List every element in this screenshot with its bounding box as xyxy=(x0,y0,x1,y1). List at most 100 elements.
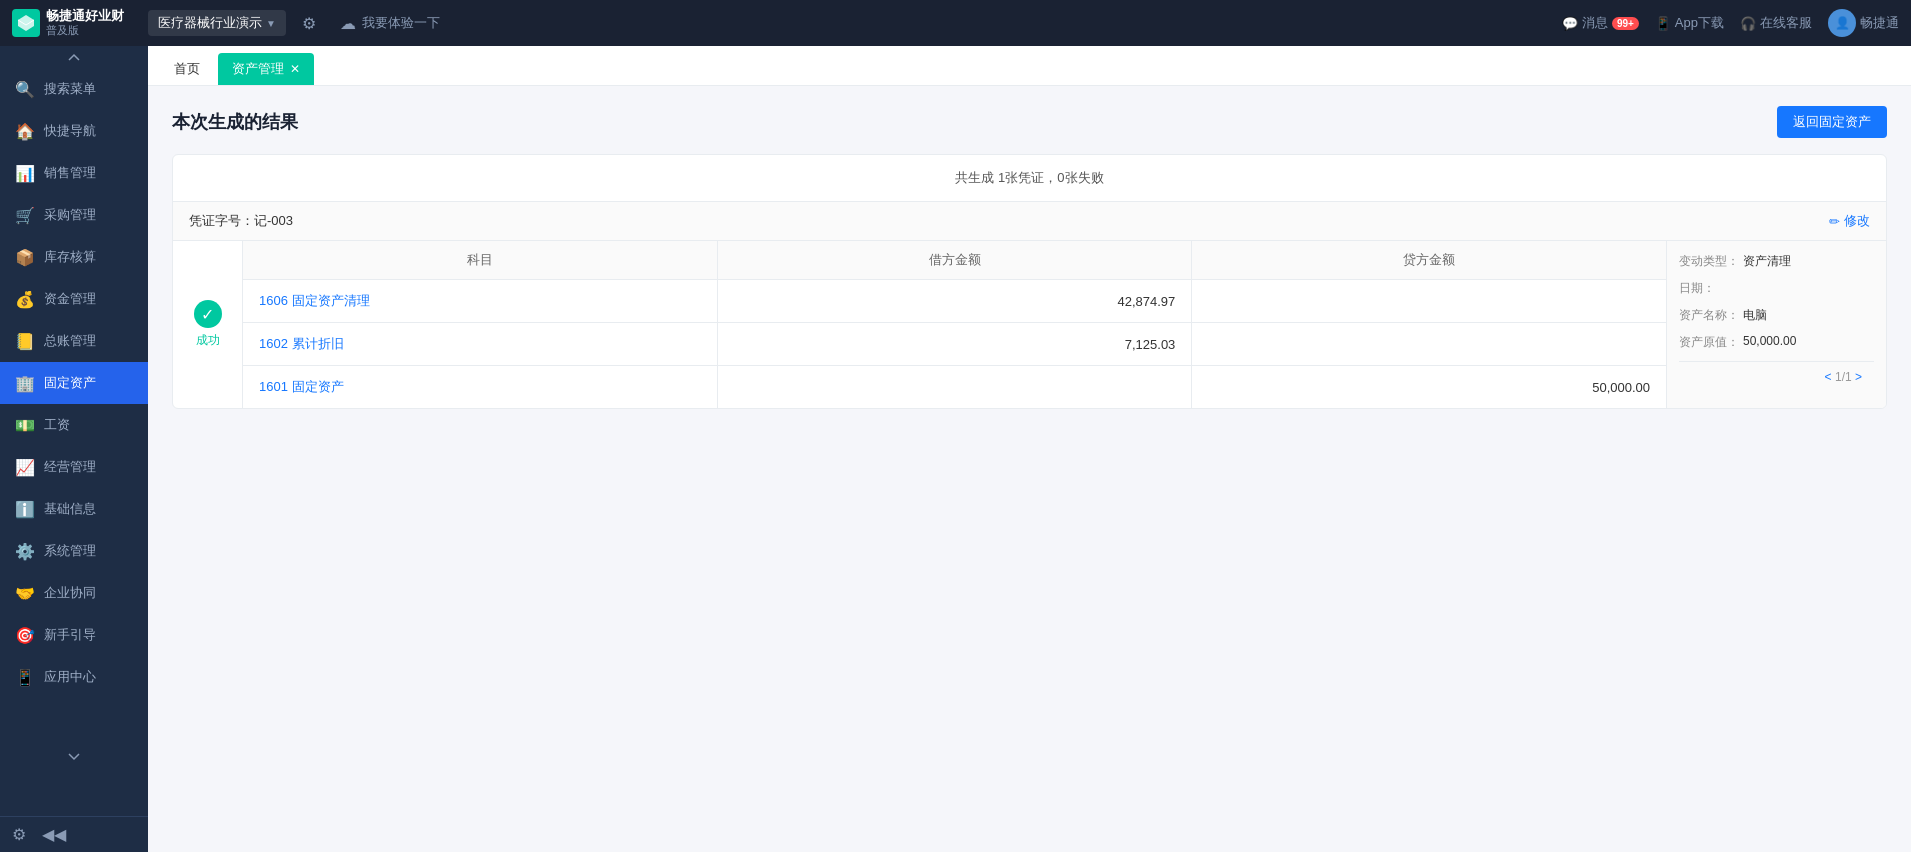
sidebar-item-label: 应用中心 xyxy=(44,668,96,686)
sidebar-item-basic-info[interactable]: ℹ️ 基础信息 xyxy=(0,488,148,530)
cloud-icon: ☁ xyxy=(340,14,356,33)
next-page-button[interactable]: > xyxy=(1855,370,1862,384)
sidebar-item-finance[interactable]: 💰 资金管理 xyxy=(0,278,148,320)
date-label: 日期： xyxy=(1679,280,1715,297)
sidebar-item-system[interactable]: ⚙️ 系统管理 xyxy=(0,530,148,572)
col-debit: 借方金额 xyxy=(718,241,1193,279)
original-value-value: 50,000.00 xyxy=(1743,334,1796,348)
app-download-button[interactable]: 📱 App下载 xyxy=(1655,14,1724,32)
sidebar-item-guide[interactable]: 🎯 新手引导 xyxy=(0,614,148,656)
prev-page-button[interactable]: < xyxy=(1825,370,1832,384)
sidebar-item-label: 新手引导 xyxy=(44,626,96,644)
result-panel: 共生成 1张凭证，0张失败 凭证字号：记-003 ✏ 修改 xyxy=(172,154,1887,409)
sidebar: 🔍 搜索菜单 🏠 快捷导航 📊 销售管理 🛒 采购管理 📦 库存核算 💰 资金管… xyxy=(0,46,148,852)
sidebar-item-label: 资金管理 xyxy=(44,290,96,308)
logo-icon xyxy=(16,13,36,33)
workspace-name: 医疗器械行业演示 xyxy=(158,14,262,32)
sidebar-item-search[interactable]: 🔍 搜索菜单 xyxy=(0,68,148,110)
app-logo: 畅捷通好业财 普及版 xyxy=(12,8,124,39)
account-cell[interactable]: 1602 累计折旧 xyxy=(243,323,718,365)
app-name: 畅捷通好业财 xyxy=(46,8,124,24)
voucher-number: 凭证字号：记-003 xyxy=(189,212,293,230)
sidebar-item-fixed-assets[interactable]: 🏢 固定资产 xyxy=(0,362,148,404)
sidebar-item-purchase[interactable]: 🛒 采购管理 xyxy=(0,194,148,236)
tab-asset-mgmt[interactable]: 资产管理 ✕ xyxy=(218,53,314,85)
voucher-main-table: 科目 借方金额 贷方金额 1606 固定资产清理 42,874.97 xyxy=(243,241,1666,408)
sidebar-item-label: 快捷导航 xyxy=(44,122,96,140)
sidebar-item-ledger[interactable]: 📒 总账管理 xyxy=(0,320,148,362)
edit-label: 修改 xyxy=(1844,212,1870,230)
messages-button[interactable]: 💬 消息 99+ xyxy=(1562,14,1639,32)
chevron-down-icon: ▼ xyxy=(266,18,276,29)
message-icon: 💬 xyxy=(1562,16,1578,31)
sidebar-item-quick-nav[interactable]: 🏠 快捷导航 xyxy=(0,110,148,152)
app-name-block: 畅捷通好业财 普及版 xyxy=(46,8,124,39)
settings-bottom-button[interactable]: ⚙ xyxy=(12,825,26,844)
trial-label: 我要体验一下 xyxy=(362,14,440,32)
table-row: 1602 累计折旧 7,125.03 xyxy=(243,323,1666,366)
collapse-button[interactable]: ◀◀ xyxy=(42,825,66,844)
sidebar-scroll-down[interactable] xyxy=(0,746,148,768)
account-cell[interactable]: 1601 固定资产 xyxy=(243,366,718,408)
user-menu[interactable]: 👤 畅捷通 xyxy=(1828,9,1899,37)
sidebar-item-cooperation[interactable]: 🤝 企业协同 xyxy=(0,572,148,614)
table-row: 1601 固定资产 50,000.00 xyxy=(243,366,1666,408)
sidebar-item-inventory[interactable]: 📦 库存核算 xyxy=(0,236,148,278)
sidebar-scroll-up[interactable] xyxy=(0,46,148,68)
settings-icon: ⚙️ xyxy=(16,542,34,560)
success-icon: ✓ xyxy=(194,300,222,328)
date-row: 日期： xyxy=(1679,280,1874,297)
app-version: 普及版 xyxy=(46,23,124,38)
tab-close-button[interactable]: ✕ xyxy=(290,62,300,76)
target-icon: 🎯 xyxy=(16,626,34,644)
page-content: 本次生成的结果 返回固定资产 共生成 1张凭证，0张失败 凭证字号：记-003 … xyxy=(148,86,1911,852)
money-icon: 💰 xyxy=(16,290,34,308)
sidebar-item-payroll[interactable]: 💵 工资 xyxy=(0,404,148,446)
status-column: ✓ 成功 xyxy=(173,241,243,408)
sidebar-item-label: 总账管理 xyxy=(44,332,96,350)
home-icon: 🏠 xyxy=(16,122,34,140)
account-cell[interactable]: 1606 固定资产清理 xyxy=(243,280,718,322)
edit-button[interactable]: ✏ 修改 xyxy=(1829,212,1870,230)
credit-cell xyxy=(1192,323,1666,365)
voucher-block: 凭证字号：记-003 ✏ 修改 ✓ 成功 xyxy=(173,202,1886,408)
tab-home[interactable]: 首页 xyxy=(160,53,214,85)
pagination: < 1/1 > xyxy=(1679,361,1874,392)
col-account: 科目 xyxy=(243,241,718,279)
sidebar-item-label: 销售管理 xyxy=(44,164,96,182)
building-icon: 🏢 xyxy=(16,374,34,392)
workspace-settings-button[interactable]: ⚙ xyxy=(294,8,324,38)
sidebar-item-sales[interactable]: 📊 销售管理 xyxy=(0,152,148,194)
apps-icon: 📱 xyxy=(16,668,34,686)
success-label: 成功 xyxy=(196,332,220,349)
avatar: 👤 xyxy=(1828,9,1856,37)
user-name: 畅捷通 xyxy=(1860,14,1899,32)
tab-bar: 首页 资产管理 ✕ xyxy=(148,46,1911,86)
page-title: 本次生成的结果 xyxy=(172,110,298,134)
asset-name-value: 电脑 xyxy=(1743,307,1767,324)
sidebar-item-operations[interactable]: 📈 经营管理 xyxy=(0,446,148,488)
debit-cell: 7,125.03 xyxy=(718,323,1193,365)
ledger-icon: 📒 xyxy=(16,332,34,350)
info-icon: ℹ️ xyxy=(16,500,34,518)
top-bar-left: 畅捷通好业财 普及版 医疗器械行业演示 ▼ ⚙ ☁ 我要体验一下 xyxy=(12,8,440,39)
online-service-button[interactable]: 🎧 在线客服 xyxy=(1740,14,1812,32)
asset-name-label: 资产名称： xyxy=(1679,307,1739,324)
box-icon: 📦 xyxy=(16,248,34,266)
payroll-icon: 💵 xyxy=(16,416,34,434)
search-icon: 🔍 xyxy=(16,80,34,98)
original-value-label: 资产原值： xyxy=(1679,334,1739,351)
sidebar-item-app-center[interactable]: 📱 应用中心 xyxy=(0,656,148,698)
sidebar-item-label: 采购管理 xyxy=(44,206,96,224)
return-fixed-assets-button[interactable]: 返回固定资产 xyxy=(1777,106,1887,138)
asset-mgmt-tab-label: 资产管理 xyxy=(232,60,284,78)
edit-icon: ✏ xyxy=(1829,214,1840,229)
content-area: 首页 资产管理 ✕ 本次生成的结果 返回固定资产 共生成 1张凭证，0张失败 xyxy=(148,46,1911,852)
workspace-selector[interactable]: 医疗器械行业演示 ▼ xyxy=(148,10,286,36)
cart-icon: 🛒 xyxy=(16,206,34,224)
sidebar-item-label: 企业协同 xyxy=(44,584,96,602)
sidebar-item-label: 固定资产 xyxy=(44,374,96,392)
trial-button[interactable]: ☁ 我要体验一下 xyxy=(340,14,440,33)
download-icon: 📱 xyxy=(1655,16,1671,31)
change-type-value: 资产清理 xyxy=(1743,253,1791,270)
